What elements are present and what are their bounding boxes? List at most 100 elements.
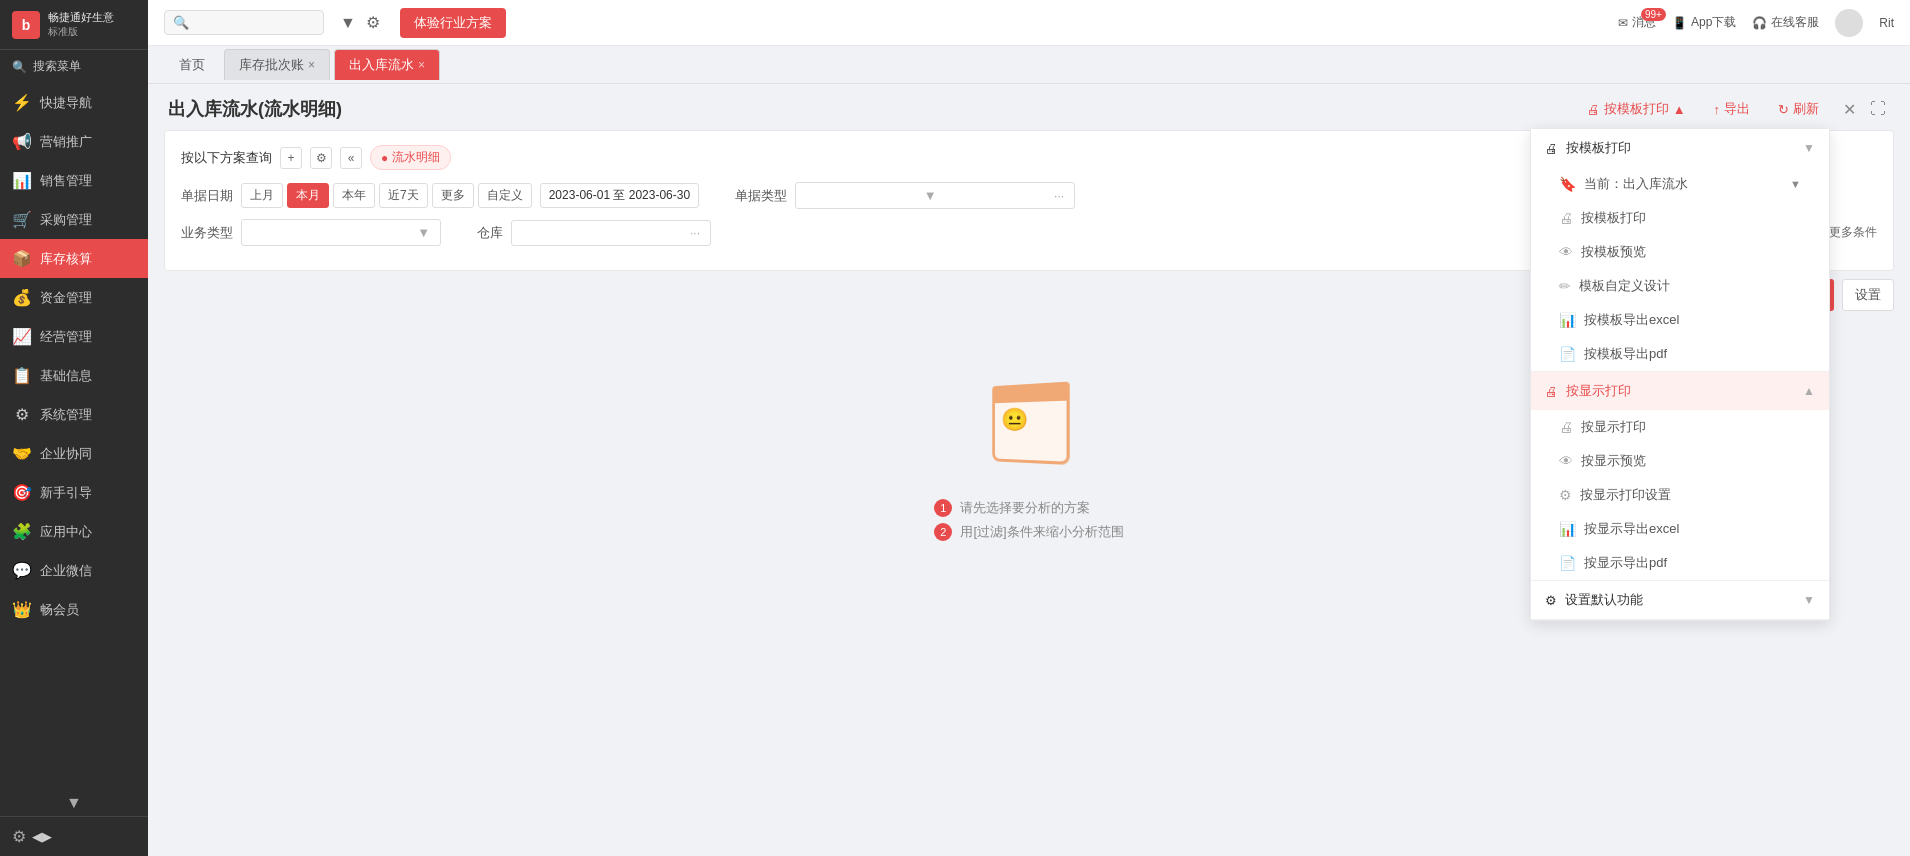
- template-preview-item[interactable]: 👁 按模板预览: [1531, 235, 1829, 269]
- sidebar-search[interactable]: 🔍 搜索菜单: [0, 50, 148, 83]
- page-header: 出入库流水(流水明细) 🖨 按模板打印 ▲ ↑ 导出 ↻ 刷新 ✕ ⛶: [148, 84, 1910, 130]
- date-last-month-btn[interactable]: 上月: [241, 183, 283, 208]
- refresh-btn[interactable]: ↻ 刷新: [1770, 96, 1827, 122]
- filter-label: 按以下方案查询: [181, 149, 272, 167]
- topbar-arrow-down-btn[interactable]: ▼: [336, 10, 360, 36]
- export-label: 导出: [1724, 100, 1750, 118]
- template-print-section: 🖨 按模板打印 ▼ 🔖 当前：出入库流水 ▼: [1531, 129, 1829, 372]
- template-custom-item[interactable]: ✏ 模板自定义设计: [1531, 269, 1829, 303]
- user-name[interactable]: Rit: [1879, 16, 1894, 30]
- display-section-header[interactable]: 🖨 按显示打印 ▲: [1531, 372, 1829, 410]
- sidebar-item-label: 经营管理: [40, 328, 92, 346]
- sidebar-item-guide[interactable]: 🎯 新手引导: [0, 473, 148, 512]
- date-this-month-btn[interactable]: 本月: [287, 183, 329, 208]
- scroll-down-btn[interactable]: ▼: [66, 794, 82, 812]
- sidebar-item-inventory[interactable]: 📦 库存核算: [0, 239, 148, 278]
- empty-illustration: 😐: [969, 383, 1089, 483]
- filter-settings-btn[interactable]: ⚙: [310, 147, 332, 169]
- display-preview-item[interactable]: 👁 按显示预览: [1531, 444, 1829, 478]
- sidebar-item-operations[interactable]: 📈 经营管理: [0, 317, 148, 356]
- template-section-header[interactable]: 🖨 按模板打印 ▼: [1531, 129, 1829, 167]
- sidebar-item-marketing[interactable]: 📢 营销推广: [0, 122, 148, 161]
- warehouse-more[interactable]: ···: [690, 226, 700, 240]
- page-content: 出入库流水(流水明细) 🖨 按模板打印 ▲ ↑ 导出 ↻ 刷新 ✕ ⛶: [148, 84, 1910, 856]
- voucher-type-more[interactable]: ···: [1054, 189, 1064, 203]
- date-more-btn[interactable]: 更多: [432, 183, 474, 208]
- service-label: 在线客服: [1771, 14, 1819, 31]
- warehouse-select[interactable]: ···: [511, 220, 711, 246]
- biz-type-chevron: ▼: [417, 225, 430, 240]
- sidebar-item-basic[interactable]: 📋 基础信息: [0, 356, 148, 395]
- display-pdf-item[interactable]: 📄 按显示导出pdf: [1531, 546, 1829, 580]
- sidebar-item-member[interactable]: 👑 畅会员: [0, 590, 148, 629]
- topbar-settings-btn[interactable]: ⚙: [362, 9, 384, 36]
- display-excel-item[interactable]: 📊 按显示导出excel: [1531, 512, 1829, 546]
- date-field-label: 单据日期: [181, 187, 233, 205]
- topbar-search-input[interactable]: [195, 16, 315, 30]
- add-filter-btn[interactable]: +: [280, 147, 302, 169]
- topbar-search-box[interactable]: 🔍: [164, 10, 324, 35]
- tab-home[interactable]: 首页: [164, 49, 220, 80]
- sidebar-item-label: 采购管理: [40, 211, 92, 229]
- sidebar-item-sales[interactable]: 📊 销售管理: [0, 161, 148, 200]
- warehouse-field: 仓库 ···: [477, 220, 711, 246]
- tab-batch-account-close[interactable]: ×: [308, 58, 315, 72]
- sidebar-item-label: 畅会员: [40, 601, 79, 619]
- sidebar-item-collab[interactable]: 🤝 企业协同: [0, 434, 148, 473]
- empty-step-2: 2 用[过滤]条件来缩小分析范围: [934, 523, 1123, 541]
- current-template-item[interactable]: 🔖 当前：出入库流水 ▼: [1531, 167, 1829, 201]
- chevron-up-icon: ▲: [1673, 102, 1686, 117]
- app-download-btn[interactable]: 📱 App下载: [1672, 14, 1736, 31]
- display-excel-icon: 📊: [1559, 521, 1576, 537]
- sidebar-item-system[interactable]: ⚙ 系统管理: [0, 395, 148, 434]
- sidebar-item-app-center[interactable]: 🧩 应用中心: [0, 512, 148, 551]
- filter-collapse-btn[interactable]: «: [340, 147, 362, 169]
- close-window-btn[interactable]: ✕: [1839, 98, 1860, 121]
- empty-steps: 1 请先选择要分析的方案 2 用[过滤]条件来缩小分析范围: [934, 499, 1123, 541]
- step-2-text: 用[过滤]条件来缩小分析范围: [960, 523, 1123, 541]
- setup-button[interactable]: 设置: [1842, 279, 1894, 311]
- tab-inout-flow-close[interactable]: ×: [418, 58, 425, 72]
- guide-icon: 🎯: [12, 483, 32, 502]
- template-excel-item[interactable]: 📊 按模板导出excel: [1531, 303, 1829, 337]
- purchase-icon: 🛒: [12, 210, 32, 229]
- user-avatar[interactable]: [1835, 9, 1863, 37]
- biz-type-select[interactable]: ▼: [241, 219, 441, 246]
- sidebar-item-wechat[interactable]: 💬 企业微信: [0, 551, 148, 590]
- online-service-btn[interactable]: 🎧 在线客服: [1752, 14, 1819, 31]
- sidebar-item-finance[interactable]: 💰 资金管理: [0, 278, 148, 317]
- display-print-item[interactable]: 🖨 按显示打印: [1531, 410, 1829, 444]
- template-print-item[interactable]: 🖨 按模板打印: [1531, 201, 1829, 235]
- default-settings-header[interactable]: ⚙ 设置默认功能 ▼: [1531, 581, 1829, 619]
- page-actions: 🖨 按模板打印 ▲ ↑ 导出 ↻ 刷新 ✕ ⛶: [1579, 96, 1890, 122]
- sidebar-item-label: 新手引导: [40, 484, 92, 502]
- current-template-icon: 🔖: [1559, 176, 1576, 192]
- settings-icon: ⚙: [12, 827, 26, 846]
- tab-inout-flow[interactable]: 出入库流水 ×: [334, 49, 440, 80]
- pdf-item-icon: 📄: [1559, 346, 1576, 362]
- date-this-year-btn[interactable]: 本年: [333, 183, 375, 208]
- date-range: 2023-06-01 至 2023-06-30: [540, 183, 699, 208]
- tab-batch-account[interactable]: 库存批次账 ×: [224, 49, 330, 80]
- voucher-type-select[interactable]: ▼ ···: [795, 182, 1075, 209]
- maximize-window-btn[interactable]: ⛶: [1866, 98, 1890, 120]
- marketing-icon: 📢: [12, 132, 32, 151]
- sidebar-item-quick-nav[interactable]: ⚡ 快捷导航: [0, 83, 148, 122]
- sidebar-bottom[interactable]: ⚙ ◀▶: [0, 816, 148, 856]
- print-dropdown-panel: 🖨 按模板打印 ▼ 🔖 当前：出入库流水 ▼: [1530, 128, 1830, 621]
- sidebar-scroll-down[interactable]: ▼: [0, 790, 148, 816]
- date-custom-btn[interactable]: 自定义: [478, 183, 532, 208]
- sidebar-item-purchase[interactable]: 🛒 采购管理: [0, 200, 148, 239]
- export-btn[interactable]: ↑ 导出: [1706, 96, 1759, 122]
- sidebar-item-label: 应用中心: [40, 523, 92, 541]
- display-print-settings-item[interactable]: ⚙ 按显示打印设置: [1531, 478, 1829, 512]
- template-pdf-item[interactable]: 📄 按模板导出pdf: [1531, 337, 1829, 371]
- trial-btn[interactable]: 体验行业方案: [400, 8, 506, 38]
- template-section-arrow: ▼: [1803, 141, 1815, 155]
- date-7days-btn[interactable]: 近7天: [379, 183, 428, 208]
- print-template-btn[interactable]: 🖨 按模板打印 ▲: [1579, 96, 1694, 122]
- refresh-icon: ↻: [1778, 102, 1789, 117]
- sidebar-item-label: 系统管理: [40, 406, 92, 424]
- messages-btn[interactable]: ✉ 消息 99+: [1618, 14, 1656, 31]
- app-center-icon: 🧩: [12, 522, 32, 541]
